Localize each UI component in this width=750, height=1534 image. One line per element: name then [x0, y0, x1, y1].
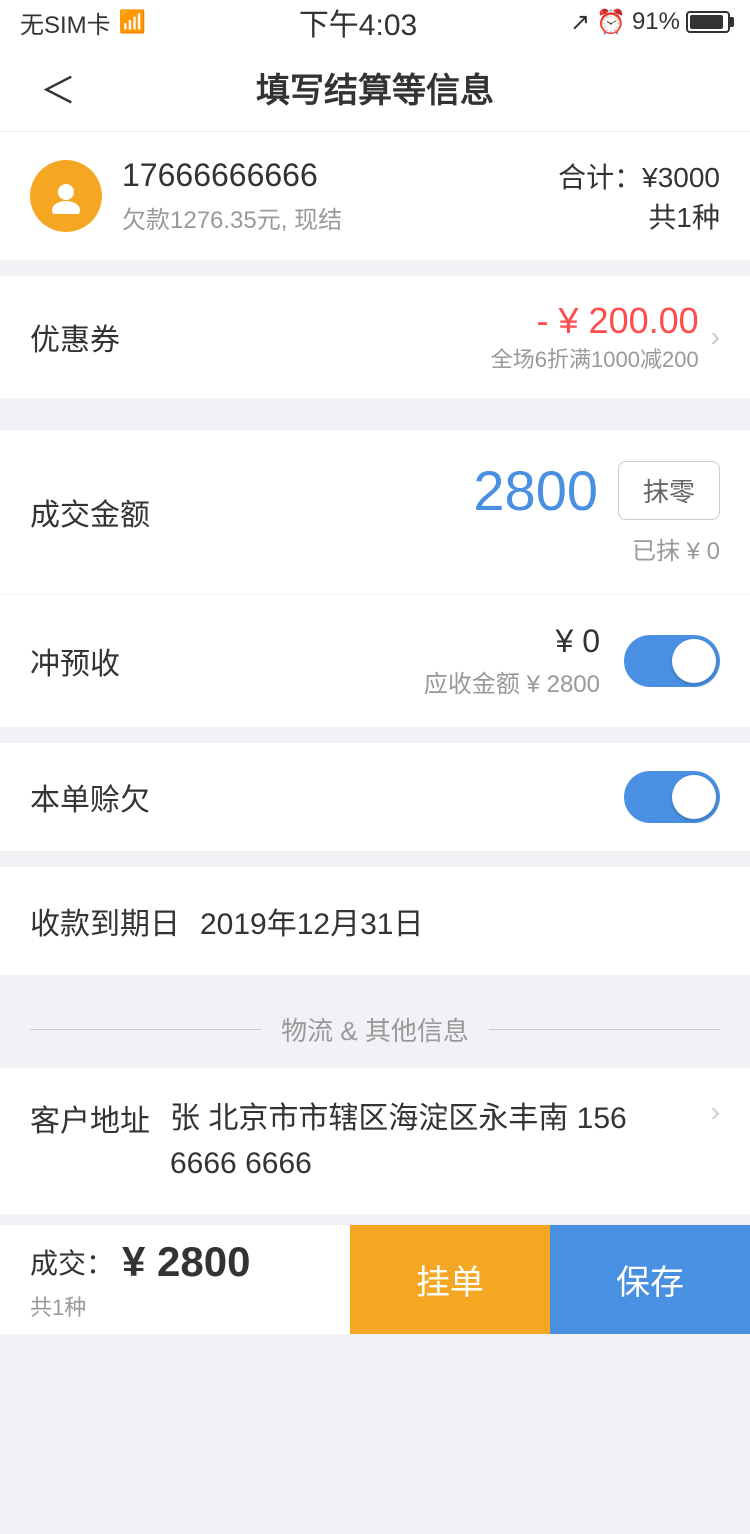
customer-left: 17666666666 欠款1276.35元, 现结	[30, 157, 342, 235]
arrears-section: 本单赊欠	[0, 743, 750, 851]
coupon-desc: 全场6折满1000减200	[491, 342, 699, 374]
toggle-knob-2	[672, 775, 716, 819]
pre-receive-row: 冲预收 ¥ 0 应收金额 ¥ 2800	[0, 595, 750, 727]
deal-amount-number: 2800	[473, 458, 598, 523]
nav-bar: ＜ 填写结算等信息	[0, 44, 750, 132]
bottom-total-row: 成交： ¥ 2800	[30, 1238, 320, 1286]
address-label: 客户地址	[30, 1096, 150, 1140]
logistics-line-left	[30, 1029, 261, 1030]
logistics-title: 物流 & 其他信息	[281, 1011, 469, 1048]
deal-amount-value-row: 2800 抹零	[473, 458, 720, 523]
due-date-row: 收款到期日 2019年12月31日	[0, 867, 750, 975]
address-chevron-icon: ›	[711, 1096, 720, 1128]
pre-receive-label: 冲预收	[30, 639, 120, 683]
arrears-label: 本单赊欠	[30, 775, 150, 819]
status-right: ↗ ⏰ 91%	[570, 8, 730, 37]
battery-icon	[686, 11, 730, 33]
logistics-header: 物流 & 其他信息	[0, 991, 750, 1068]
toggle-knob	[672, 639, 716, 683]
status-bar: 无SIM卡 📶 下午4:03 ↗ ⏰ 91%	[0, 0, 750, 44]
address-row[interactable]: 客户地址 张 北京市市辖区海淀区永丰南 156 6666 6666 ›	[0, 1068, 750, 1214]
bottom-bar: 成交： ¥ 2800 共1种 挂单 保存	[0, 1224, 750, 1334]
section-divider-1	[0, 414, 750, 430]
wifi-icon: 📶	[119, 9, 146, 35]
hang-button[interactable]: 挂单	[350, 1225, 550, 1334]
coupon-right: - ¥ 200.00 全场6折满1000减200 ›	[491, 300, 720, 374]
status-time: 下午4:03	[299, 0, 417, 44]
customer-info: 17666666666 欠款1276.35元, 现结	[122, 157, 342, 235]
customer-debt: 欠款1276.35元, 现结	[122, 200, 342, 235]
customer-card: 17666666666 欠款1276.35元, 现结 合计：¥3000 共1种	[0, 132, 750, 260]
page-title: 填写结算等信息	[256, 63, 494, 112]
due-date-label: 收款到期日	[30, 899, 180, 943]
customer-phone: 17666666666	[122, 157, 342, 194]
round-zero-button[interactable]: 抹零	[618, 461, 720, 520]
due-date-value: 2019年12月31日	[200, 899, 423, 943]
bottom-count: 共1种	[30, 1290, 320, 1322]
back-button[interactable]: ＜	[30, 52, 86, 124]
alarm-icon: ⏰	[596, 8, 626, 37]
zeroed-note: 已抹 ¥ 0	[632, 531, 720, 566]
status-left: 无SIM卡 📶	[20, 5, 146, 40]
arrears-row: 本单赊欠	[0, 743, 750, 851]
coupon-label: 优惠券	[30, 315, 120, 359]
item-count: 共1种	[558, 196, 720, 236]
arrears-toggle[interactable]	[624, 771, 720, 823]
section-divider-2	[0, 727, 750, 743]
logistics-line-right	[489, 1029, 720, 1030]
battery-percent: 91%	[632, 8, 680, 36]
coupon-row[interactable]: 优惠券 - ¥ 200.00 全场6折满1000减200 ›	[0, 276, 750, 398]
deal-amount-row: 成交金额 2800 抹零 已抹 ¥ 0	[0, 430, 750, 595]
deal-amount-label: 成交金额	[30, 490, 150, 534]
pre-receive-info: ¥ 0 应收金额 ¥ 2800	[424, 623, 600, 699]
chevron-right-icon: ›	[711, 321, 720, 353]
bottom-amount: ¥ 2800	[122, 1238, 250, 1286]
customer-total: 合计：¥3000 共1种	[558, 156, 720, 236]
bottom-deal-label: 成交：	[30, 1242, 114, 1282]
bottom-summary: 成交： ¥ 2800 共1种	[0, 1225, 350, 1334]
coupon-discount: - ¥ 200.00	[491, 300, 699, 342]
form-section: 成交金额 2800 抹零 已抹 ¥ 0 冲预收 ¥ 0 应收金额 ¥ 2800	[0, 430, 750, 727]
location-icon: ↗	[570, 8, 590, 37]
carrier-text: 无SIM卡	[20, 5, 111, 40]
save-button[interactable]: 保存	[550, 1225, 750, 1334]
address-value: 张 北京市市辖区海淀区永丰南 156 6666 6666	[170, 1096, 691, 1186]
avatar	[30, 160, 102, 232]
pre-receive-toggle[interactable]	[624, 635, 720, 687]
pre-amount-value: ¥ 0	[424, 623, 600, 660]
receivable-amount: 应收金额 ¥ 2800	[424, 664, 600, 699]
logistics-section: 物流 & 其他信息 客户地址 张 北京市市辖区海淀区永丰南 156 6666 6…	[0, 991, 750, 1214]
total-amount: 合计：¥3000	[558, 156, 720, 196]
